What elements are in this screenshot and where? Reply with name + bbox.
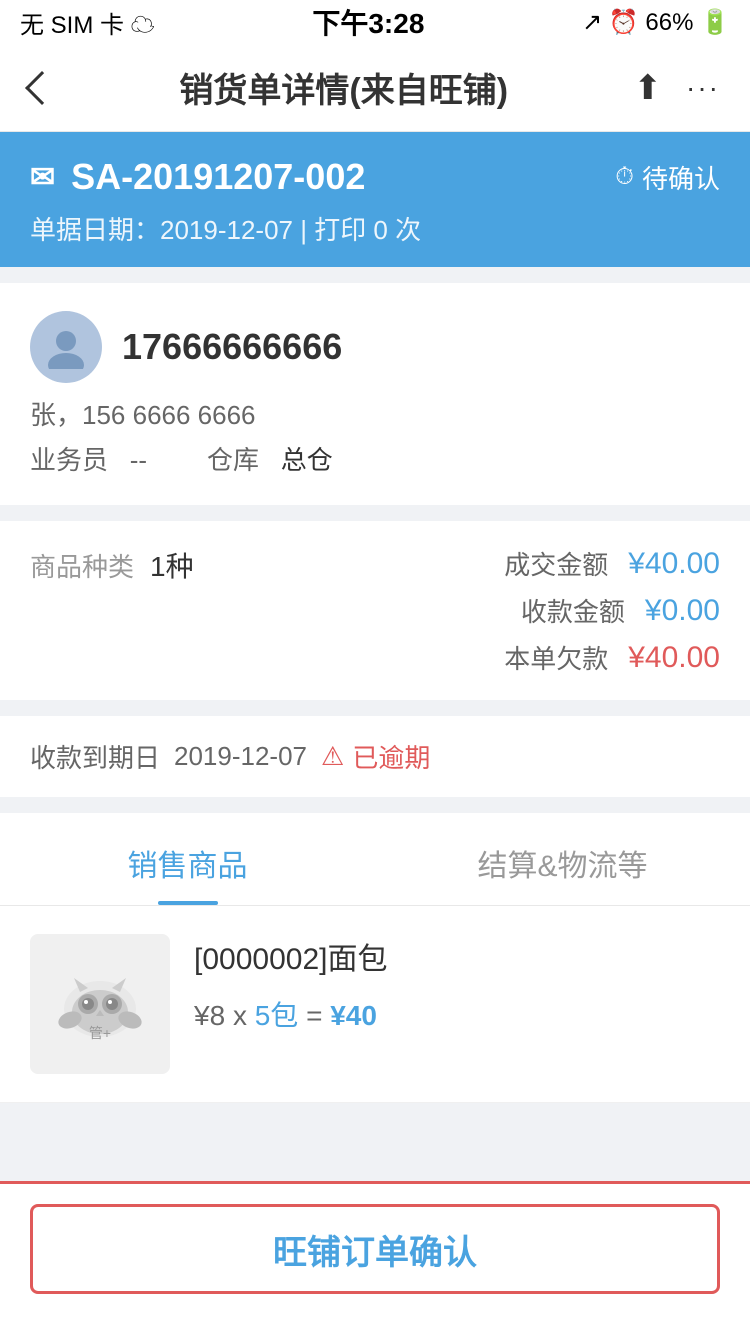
warning-icon: ⚠	[321, 741, 344, 772]
overdue-label: 已逾期	[352, 738, 430, 775]
product-item: 管+ [0000002]面包 ¥8 x 5包 = ¥40	[0, 906, 750, 1103]
salesperson-label: 业务员 --	[30, 440, 147, 477]
customer-meta: 业务员 -- 仓库 总仓	[30, 440, 720, 477]
order-id: ✉ SA-20191207-002	[30, 156, 365, 198]
status-bar: 无 SIM 卡 ☁ 下午3:28 ↗ ⏰ 66% 🔋	[0, 0, 750, 44]
product-info: [0000002]面包 ¥8 x 5包 = ¥40	[194, 934, 720, 1034]
equals-sign: =	[306, 1000, 330, 1031]
nav-left	[30, 76, 54, 100]
back-button[interactable]	[25, 71, 59, 105]
product-types: 商品种类 1种	[30, 545, 194, 585]
page-title: 销货单详情(来自旺铺)	[179, 63, 508, 112]
tab-sales-products[interactable]: 销售商品	[0, 813, 375, 905]
receive-amount-value: ¥0.00	[645, 594, 720, 628]
customer-phone: 17666666666	[122, 326, 342, 368]
summary-card: 商品种类 1种 成交金额 ¥40.00 收款金额 ¥0.00 本单欠款 ¥40.…	[0, 521, 750, 700]
tab-settlement[interactable]: 结算&物流等	[375, 813, 750, 905]
product-thumbnail: 管+	[30, 934, 170, 1074]
bottom-button-wrap: 旺铺订单确认	[0, 1181, 750, 1334]
confirm-button[interactable]: 旺铺订单确认	[30, 1204, 720, 1294]
warehouse-label: 仓库 总仓	[207, 440, 333, 477]
due-date-card: 收款到期日 2019-12-07 ⚠ 已逾期	[0, 716, 750, 797]
product-price: ¥8 x 5包 = ¥40	[194, 994, 720, 1034]
nav-bar: 销货单详情(来自旺铺) ⬆ ···	[0, 44, 750, 132]
amount-summary: 成交金额 ¥40.00 收款金额 ¥0.00 本单欠款 ¥40.00	[504, 545, 720, 676]
due-date-label: 收款到期日	[30, 738, 160, 775]
status-left: 无 SIM 卡 ☁	[20, 5, 155, 40]
owed-amount-label: 本单欠款	[504, 639, 608, 676]
envelope-icon: ✉	[30, 160, 55, 195]
status-time: 下午3:28	[312, 2, 424, 42]
tabs: 销售商品 结算&物流等	[0, 813, 750, 906]
more-icon[interactable]: ···	[686, 72, 720, 104]
product-list: 管+ [0000002]面包 ¥8 x 5包 = ¥40	[0, 906, 750, 1103]
order-status: ⏱ 待确认	[615, 159, 720, 196]
receive-amount-label: 收款金额	[521, 592, 625, 629]
overdue-badge: ⚠ 已逾期	[321, 738, 430, 775]
share-icon[interactable]: ⬆	[634, 68, 663, 108]
status-right: ↗ ⏰ 66% 🔋	[582, 8, 730, 37]
clock-icon: ⏱	[615, 163, 634, 191]
deal-amount-label: 成交金额	[504, 545, 608, 582]
order-date: 单据日期：2019-12-07 | 打印 0 次	[30, 210, 720, 247]
nav-right: ⬆ ···	[634, 68, 720, 108]
svg-text:管+: 管+	[89, 1025, 111, 1041]
deal-amount-value: ¥40.00	[628, 547, 720, 581]
price-total: ¥40	[330, 1000, 377, 1031]
due-date-value: 2019-12-07	[174, 741, 307, 772]
order-header: ✉ SA-20191207-002 ⏱ 待确认 单据日期：2019-12-07 …	[0, 132, 750, 267]
owed-amount-value: ¥40.00	[628, 641, 720, 675]
customer-name: 张，156 6666 6666	[30, 395, 720, 432]
product-name: [0000002]面包	[194, 934, 720, 978]
battery-icon: ↗ ⏰ 66% 🔋	[582, 8, 730, 37]
avatar	[30, 311, 102, 383]
multiply-sign: x	[233, 1000, 255, 1031]
customer-card: 17666666666 张，156 6666 6666 业务员 -- 仓库 总仓	[0, 283, 750, 505]
sim-status: 无 SIM 卡 ☁	[20, 5, 155, 40]
price-base: ¥8	[194, 1000, 225, 1031]
quantity: 5包	[255, 1000, 299, 1031]
